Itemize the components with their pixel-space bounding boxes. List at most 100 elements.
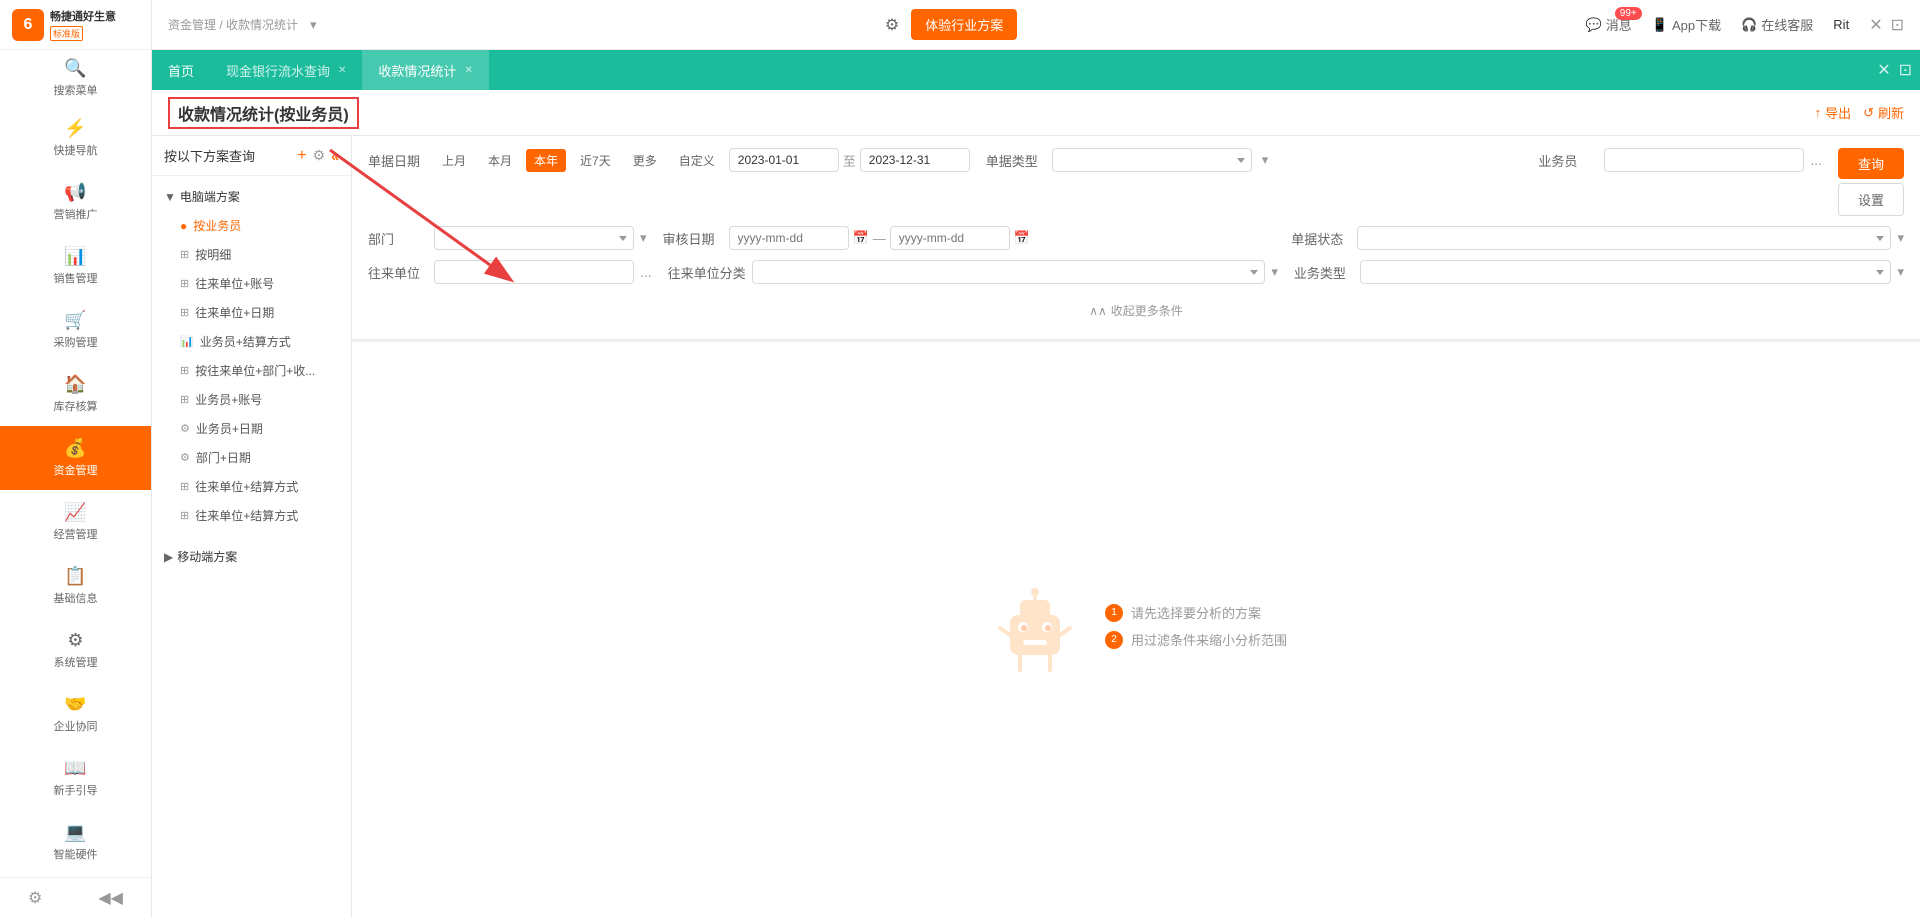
sidebar-item-system[interactable]: ⚙ 系统管理 <box>0 618 151 682</box>
tree-expand-icon: ▼ <box>164 190 176 204</box>
tab-home[interactable]: 首页 <box>152 50 210 90</box>
date-buttons: 上月 本月 本年 近7天 更多 自定义 <box>434 149 723 172</box>
sidebar-item-finance[interactable]: 💰 资金管理 <box>0 426 151 490</box>
sidebar-item-collab[interactable]: 🤝 企业协同 <box>0 682 151 746</box>
tip-num-1: 1 <box>1105 604 1123 622</box>
salesperson-more-btn[interactable]: ... <box>1810 152 1822 168</box>
date-btn-last-month[interactable]: 上月 <box>434 149 474 172</box>
tree-section-mobile-title[interactable]: ▶ 移动端方案 <box>152 542 351 571</box>
export-btn[interactable]: ↑ 导出 <box>1815 103 1852 122</box>
doc-type-select[interactable] <box>1052 148 1252 172</box>
tab-receipts[interactable]: 收款情况统计 ✕ <box>362 50 488 90</box>
settings-footer-icon[interactable]: ⚙ <box>28 888 42 908</box>
settings-button[interactable]: 设置 <box>1838 183 1904 216</box>
dropdown-icon[interactable]: ▾ <box>310 17 317 33</box>
maximize-window-btn[interactable]: ⊡ <box>1891 15 1904 35</box>
tab-cashflow-close[interactable]: ✕ <box>338 65 346 76</box>
tree-item-partner-settlement2[interactable]: ⊞ 往来单位+结算方式 <box>152 501 351 530</box>
tree-item-by-salesperson[interactable]: ● 按业务员 <box>152 211 351 240</box>
collapse-bar[interactable]: ∧∧ 收起更多条件 <box>368 294 1904 327</box>
breadcrumb: 资金管理 / 收款情况统计 <box>168 16 298 33</box>
gear-icon-topbar[interactable]: ⚙ <box>885 15 899 35</box>
hardware-icon: 💻 <box>64 822 86 843</box>
headset-icon: 🎧 <box>1741 17 1757 33</box>
tree-item-partner-dept[interactable]: ⊞ 按往来单位+部门+收... <box>152 356 351 385</box>
sidebar-item-basic-info[interactable]: 📋 基础信息 <box>0 554 151 618</box>
partner-category-select[interactable] <box>752 260 1266 284</box>
audit-date-label: 审核日期 <box>663 229 723 248</box>
tree-section-mobile: ▶ 移动端方案 <box>152 536 351 577</box>
close-all-tabs-btn[interactable]: ✕ <box>1877 60 1890 80</box>
solution-btn[interactable]: 体验行业方案 <box>911 9 1017 40</box>
tree-item-dept-date[interactable]: ⚙ 部门+日期 <box>152 443 351 472</box>
left-panel-title: 按以下方案查询 <box>164 146 255 165</box>
date-btn-7days[interactable]: 近7天 <box>572 149 619 172</box>
sidebar-item-inventory[interactable]: 🏠 库存核算 <box>0 362 151 426</box>
online-service-btn[interactable]: 🎧 在线客服 <box>1741 15 1813 34</box>
collapse-panel-btn[interactable]: « <box>331 148 339 164</box>
tree-item-partner-date[interactable]: ⊞ 往来单位+日期 <box>152 298 351 327</box>
tree-mobile-arrow: ▶ <box>164 550 173 564</box>
sidebar-item-hardware[interactable]: 💻 智能硬件 <box>0 810 151 874</box>
date-filter-group: 单据日期 上月 本月 本年 近7天 更多 自定义 至 <box>368 148 970 172</box>
tree-item-partner-settlement1[interactable]: ⊞ 往来单位+结算方式 <box>152 472 351 501</box>
sidebar-item-sales[interactable]: 📊 销售管理 <box>0 234 151 298</box>
audit-date-to[interactable] <box>890 226 1010 250</box>
sidebar-item-marketing[interactable]: 📢 营销推广 <box>0 170 151 234</box>
left-panel: 按以下方案查询 + ⚙ « ▼ 电脑端方案 ● 按业务员 ⊞ <box>152 136 352 918</box>
sidebar-item-guide[interactable]: 📖 新手引导 <box>0 746 151 810</box>
date-to-input[interactable] <box>860 148 970 172</box>
tree-item-salesperson-account[interactable]: ⊞ 业务员+账号 <box>152 385 351 414</box>
salesperson-filter: 业务员 ... <box>1538 148 1822 172</box>
salesperson-label: 业务员 <box>1538 151 1598 170</box>
scheme-settings-btn[interactable]: ⚙ <box>313 147 326 164</box>
topbar-left: 资金管理 / 收款情况统计 ▾ <box>168 16 317 33</box>
doc-type-expand-icon[interactable]: ▾ <box>1262 152 1269 168</box>
expand-tabs-btn[interactable]: ⊡ <box>1899 60 1912 80</box>
sidebar-item-quicknav[interactable]: ⚡ 快捷导航 <box>0 106 151 170</box>
refresh-btn[interactable]: ↺ 刷新 <box>1863 103 1904 122</box>
salesperson-input[interactable] <box>1604 148 1804 172</box>
audit-date-inputs: 📅 — 📅 <box>729 226 1030 250</box>
tree-item-salesperson-date[interactable]: ⚙ 业务员+日期 <box>152 414 351 443</box>
date-btn-this-month[interactable]: 本月 <box>480 149 520 172</box>
sidebar-item-operations[interactable]: 📈 经营管理 <box>0 490 151 554</box>
date-from-input[interactable] <box>729 148 839 172</box>
date-btn-more[interactable]: 更多 <box>625 149 665 172</box>
sidebar-item-purchase[interactable]: 🛒 采购管理 <box>0 298 151 362</box>
main-area: 资金管理 / 收款情况统计 ▾ ⚙ 体验行业方案 💬 消息 99+ 📱 App下… <box>152 0 1920 918</box>
partner-input[interactable] <box>434 260 634 284</box>
page-header: 收款情况统计(按业务员) ↑ 导出 ↺ 刷新 <box>152 90 1920 136</box>
tree-section-desktop-title[interactable]: ▼ 电脑端方案 <box>152 182 351 211</box>
sidebar-item-search[interactable]: 🔍 搜索菜单 <box>0 50 151 106</box>
business-type-filter: 业务类型 ▾ <box>1294 260 1904 284</box>
filter-row-1: 单据日期 上月 本月 本年 近7天 更多 自定义 至 <box>368 148 1904 216</box>
partner-more-btn[interactable]: ... <box>640 264 652 280</box>
tree-item-partner-account[interactable]: ⊞ 往来单位+账号 <box>152 269 351 298</box>
partner-settle2-icon: ⊞ <box>180 509 189 522</box>
user-name[interactable]: Rit <box>1833 17 1849 32</box>
tab-receipts-close[interactable]: ✕ <box>464 65 472 76</box>
message-btn[interactable]: 💬 消息 99+ <box>1586 15 1632 34</box>
partner-dept-icon: ⊞ <box>180 364 189 377</box>
query-button[interactable]: 查询 <box>1838 148 1904 179</box>
close-window-btn[interactable]: ✕ <box>1869 15 1882 35</box>
date-btn-this-year[interactable]: 本年 <box>526 149 566 172</box>
tree-item-by-detail[interactable]: ⊞ 按明细 <box>152 240 351 269</box>
tree-item-salesperson-settlement[interactable]: 📊 业务员+结算方式 <box>152 327 351 356</box>
add-scheme-btn[interactable]: + <box>297 147 306 165</box>
partner-cat-dropdown-icon: ▾ <box>1271 264 1278 280</box>
doc-type-label: 单据类型 <box>986 151 1046 170</box>
doc-status-select[interactable] <box>1357 226 1891 250</box>
business-type-select[interactable] <box>1360 260 1892 284</box>
date-separator: 至 <box>843 151 856 170</box>
date-btn-custom[interactable]: 自定义 <box>671 149 723 172</box>
collapse-footer-icon[interactable]: ◀◀ <box>98 888 123 908</box>
tab-cashflow[interactable]: 现金银行流水查询 ✕ <box>210 50 362 90</box>
cal-icon-right: 📅 <box>1014 230 1030 246</box>
dept-select[interactable] <box>434 226 634 250</box>
action-buttons: 查询 设置 <box>1838 148 1904 216</box>
audit-date-from[interactable] <box>729 226 849 250</box>
app-download-btn[interactable]: 📱 App下载 <box>1652 15 1721 34</box>
audit-date-filter: 审核日期 📅 — 📅 <box>663 226 1276 250</box>
